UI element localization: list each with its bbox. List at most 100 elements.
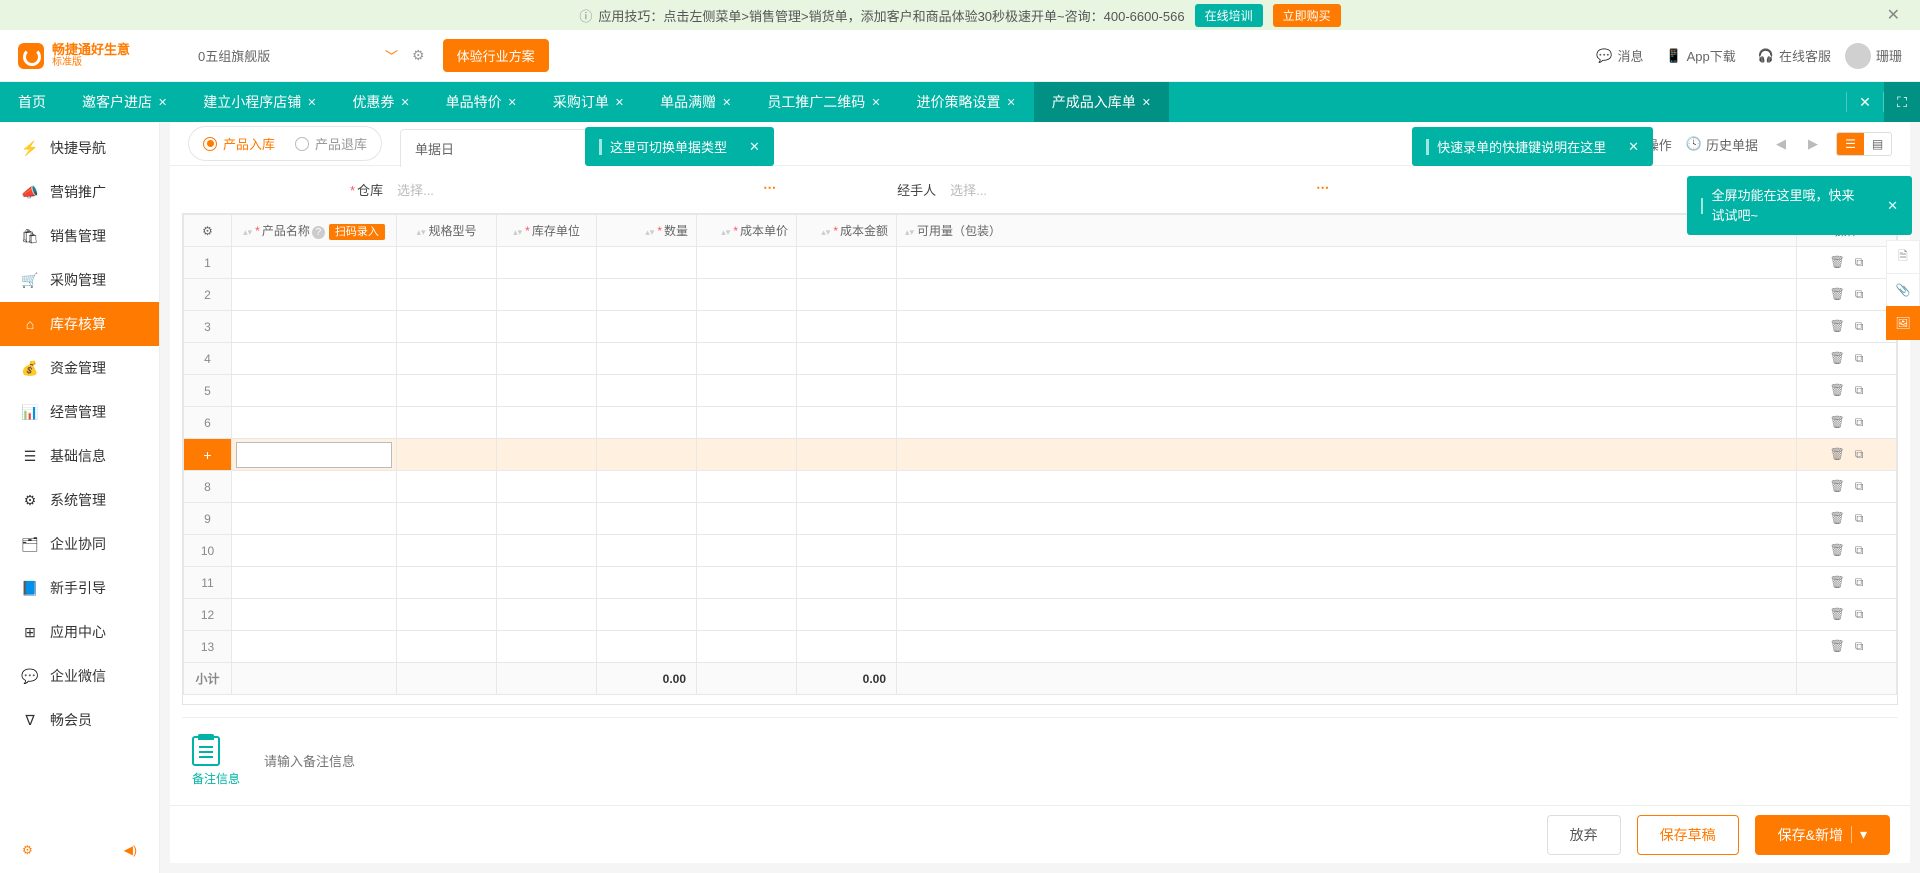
- scan-entry-badge[interactable]: 扫码录入: [329, 224, 385, 240]
- col-settings-icon[interactable]: ⚙: [184, 215, 232, 247]
- tab-close-icon[interactable]: ✕: [871, 96, 880, 109]
- help-icon[interactable]: ?: [312, 226, 325, 239]
- row-copy-icon[interactable]: ⧉: [1855, 543, 1864, 557]
- tab-close-icon[interactable]: ✕: [722, 96, 731, 109]
- discard-button[interactable]: 放弃: [1547, 815, 1621, 855]
- close-all-tabs-icon[interactable]: ✕: [1847, 82, 1883, 122]
- sidebar-item-畅会员[interactable]: ∇畅会员: [0, 698, 159, 742]
- online-training-button[interactable]: 在线培训: [1195, 4, 1263, 27]
- tab-单品特价[interactable]: 单品特价✕: [428, 82, 535, 122]
- org-selector[interactable]: 0五组旗舰版 ﹀: [198, 46, 398, 65]
- sidebar-item-快捷导航[interactable]: ⚡快捷导航: [0, 126, 159, 170]
- row-delete-icon[interactable]: 🗑: [1830, 447, 1845, 461]
- tip3-close-icon[interactable]: ✕: [1887, 196, 1898, 216]
- tab-员工推广二维码[interactable]: 员工推广二维码✕: [749, 82, 898, 122]
- row-copy-icon[interactable]: ⧉: [1855, 639, 1864, 653]
- row-delete-icon[interactable]: 🗑: [1830, 511, 1845, 525]
- row-copy-icon[interactable]: ⧉: [1855, 255, 1864, 269]
- tab-close-icon[interactable]: ✕: [158, 96, 167, 109]
- table-row[interactable]: 4🗑⧉: [184, 343, 1897, 375]
- sidebar-item-采购管理[interactable]: 🛒采购管理: [0, 258, 159, 302]
- collapse-icon[interactable]: ◀): [124, 843, 137, 857]
- tab-进价策略设置[interactable]: 进价策略设置✕: [899, 82, 1034, 122]
- row-delete-icon[interactable]: 🗑: [1830, 479, 1845, 493]
- footer-gear-icon[interactable]: ⚙: [22, 843, 33, 857]
- tab-产成品入库单[interactable]: 产成品入库单✕: [1034, 82, 1169, 122]
- row-copy-icon[interactable]: ⧉: [1855, 511, 1864, 525]
- col-amount[interactable]: ▴▾*成本金额: [797, 215, 897, 247]
- row-copy-icon[interactable]: ⧉: [1855, 319, 1864, 333]
- settings-icon[interactable]: ⚙: [412, 47, 425, 64]
- table-row[interactable]: 6🗑⧉: [184, 407, 1897, 439]
- list-view-icon[interactable]: ☰: [1837, 133, 1864, 155]
- row-delete-icon[interactable]: 🗑: [1830, 607, 1845, 621]
- float-attach-icon[interactable]: 📎: [1886, 273, 1920, 307]
- subtab-product-in[interactable]: 产品入库: [195, 131, 283, 156]
- row-delete-icon[interactable]: 🗑: [1830, 383, 1845, 397]
- row-delete-icon[interactable]: 🗑: [1830, 543, 1845, 557]
- row-copy-icon[interactable]: ⧉: [1855, 447, 1864, 461]
- sidebar-item-基础信息[interactable]: ☰基础信息: [0, 434, 159, 478]
- tab-优惠券[interactable]: 优惠券✕: [334, 82, 427, 122]
- sidebar-item-销售管理[interactable]: 🛍销售管理: [0, 214, 159, 258]
- sidebar-item-企业协同[interactable]: 🗂企业协同: [0, 522, 159, 566]
- row-delete-icon[interactable]: 🗑: [1830, 639, 1845, 653]
- user-menu[interactable]: 珊珊: [1853, 43, 1902, 69]
- messages-link[interactable]: 💬消息: [1596, 46, 1643, 65]
- row-delete-icon[interactable]: 🗑: [1830, 575, 1845, 589]
- tab-close-icon[interactable]: ✕: [400, 96, 409, 109]
- col-price[interactable]: ▴▾*成本单价: [697, 215, 797, 247]
- col-available[interactable]: ▴▾可用量（包装）: [897, 215, 1797, 247]
- row-delete-icon[interactable]: 🗑: [1830, 351, 1845, 365]
- tab-邀客户进店[interactable]: 邀客户进店✕: [64, 82, 185, 122]
- more-icon[interactable]: ⋯: [763, 180, 777, 199]
- row-delete-icon[interactable]: 🗑: [1830, 415, 1845, 429]
- tab-close-icon[interactable]: ✕: [1007, 96, 1016, 109]
- add-row-icon[interactable]: +: [199, 446, 217, 464]
- sidebar-item-应用中心[interactable]: ⊞应用中心: [0, 610, 159, 654]
- remarks-input[interactable]: [264, 754, 1888, 769]
- table-row[interactable]: 1🗑⧉: [184, 247, 1897, 279]
- save-draft-button[interactable]: 保存草稿: [1637, 815, 1739, 855]
- tab-close-icon[interactable]: ✕: [615, 96, 624, 109]
- app-download-link[interactable]: 📱App下载: [1665, 46, 1735, 65]
- product-name-input[interactable]: [236, 442, 392, 468]
- row-copy-icon[interactable]: ⧉: [1855, 607, 1864, 621]
- more-icon[interactable]: ⋯: [1316, 180, 1330, 199]
- table-row[interactable]: 13🗑⧉: [184, 631, 1897, 663]
- table-row[interactable]: 11🗑⧉: [184, 567, 1897, 599]
- row-copy-icon[interactable]: ⧉: [1855, 287, 1864, 301]
- table-row[interactable]: + 🗑 ⧉: [184, 439, 1897, 471]
- col-unit[interactable]: ▴▾*库存单位: [497, 215, 597, 247]
- history-button[interactable]: 🕓历史单据: [1686, 135, 1758, 154]
- row-delete-icon[interactable]: 🗑: [1830, 287, 1845, 301]
- row-delete-icon[interactable]: 🗑: [1830, 319, 1845, 333]
- col-qty[interactable]: ▴▾*数量: [597, 215, 697, 247]
- row-copy-icon[interactable]: ⧉: [1855, 415, 1864, 429]
- tab-close-icon[interactable]: ✕: [508, 96, 517, 109]
- save-and-new-button[interactable]: 保存&新增▾: [1755, 815, 1890, 855]
- col-product-name[interactable]: ▴▾*产品名称?扫码录入: [232, 215, 397, 247]
- row-copy-icon[interactable]: ⧉: [1855, 479, 1864, 493]
- tab-单品满赠[interactable]: 单品满赠✕: [642, 82, 749, 122]
- table-row[interactable]: 9🗑⧉: [184, 503, 1897, 535]
- float-note-icon[interactable]: 🗎: [1886, 240, 1920, 274]
- tab-close-icon[interactable]: ✕: [1142, 96, 1151, 109]
- table-row[interactable]: 3🗑⧉: [184, 311, 1897, 343]
- tab-首页[interactable]: 首页: [0, 82, 64, 122]
- view-toggle[interactable]: ☰ ▤: [1836, 132, 1892, 156]
- tip2-close-icon[interactable]: ✕: [1628, 139, 1639, 155]
- float-image-icon[interactable]: 🖼: [1886, 306, 1920, 340]
- industry-solution-button[interactable]: 体验行业方案: [443, 39, 549, 72]
- customer-service-link[interactable]: 🎧在线客服: [1758, 46, 1831, 65]
- sidebar-item-资金管理[interactable]: 💰资金管理: [0, 346, 159, 390]
- handler-select[interactable]: 选择...⋯: [950, 180, 1330, 199]
- banner-close-icon[interactable]: ✕: [1887, 5, 1900, 25]
- tip1-close-icon[interactable]: ✕: [749, 139, 760, 155]
- sidebar-item-营销推广[interactable]: 📣营销推广: [0, 170, 159, 214]
- col-spec[interactable]: ▴▾规格型号: [397, 215, 497, 247]
- buy-now-button[interactable]: 立即购买: [1273, 4, 1341, 27]
- chevron-down-icon[interactable]: ▾: [1851, 826, 1867, 843]
- tab-close-icon[interactable]: ✕: [307, 96, 316, 109]
- next-icon[interactable]: ▶: [1804, 136, 1822, 152]
